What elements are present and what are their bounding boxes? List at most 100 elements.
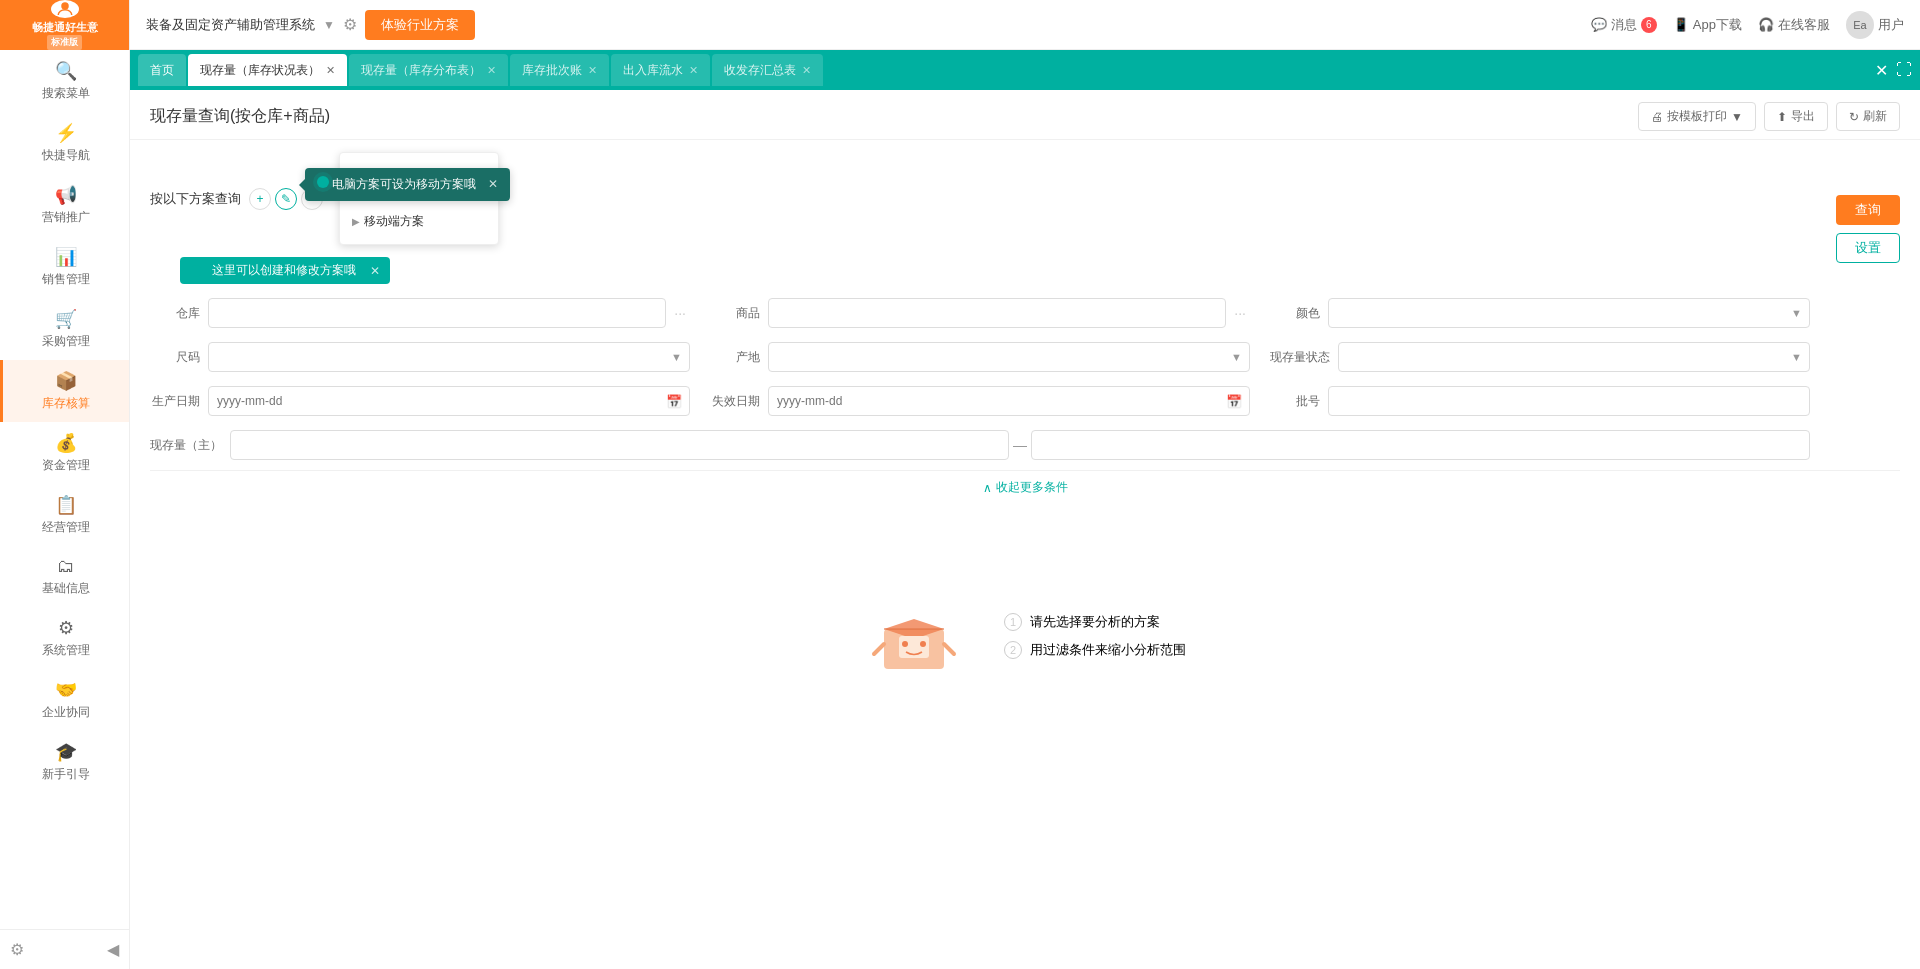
app-download-item[interactable]: 📱 App下载 [1673, 16, 1742, 34]
filter-size: 尺码 ▼ [150, 342, 690, 372]
page-title: 现存量查询(按仓库+商品) [150, 106, 330, 127]
goods-more-btn[interactable]: ··· [1230, 305, 1250, 321]
set-btn[interactable]: 设置 [1836, 233, 1900, 263]
warehouse-more-btn[interactable]: ··· [670, 305, 690, 321]
sidebar-item-finance[interactable]: 💰 资金管理 [0, 422, 129, 484]
sidebar-item-purchase[interactable]: 🛒 采购管理 [0, 298, 129, 360]
tab-receive-summary-label: 收发存汇总表 [724, 62, 796, 79]
online-support-item[interactable]: 🎧 在线客服 [1758, 16, 1830, 34]
tab-receive-summary[interactable]: 收发存汇总表 ✕ [712, 54, 823, 86]
basic-icon: 🗂 [57, 556, 75, 577]
avatar: Ea [1846, 11, 1874, 39]
range-separator: — [1013, 437, 1027, 453]
tab-fullscreen[interactable]: ⛶ [1896, 61, 1912, 80]
collapse-bar[interactable]: ∧ 收起更多条件 [150, 470, 1900, 504]
tab-inout-flow-close[interactable]: ✕ [689, 64, 698, 77]
export-btn[interactable]: ⬆ 导出 [1764, 102, 1828, 131]
warehouse-input[interactable] [208, 298, 666, 328]
production-date-label: 生产日期 [150, 393, 200, 410]
filter-label: 按以下方案查询 [150, 190, 241, 208]
system-dropdown[interactable]: ▼ [323, 18, 335, 32]
enterprise-icon: 🤝 [55, 679, 77, 701]
stock-status-select[interactable] [1338, 342, 1810, 372]
tab-receive-summary-close[interactable]: ✕ [802, 64, 811, 77]
step-circle-1: 1 [1004, 613, 1022, 631]
tab-stock-status[interactable]: 现存量（库存状况表） ✕ [188, 54, 347, 86]
production-date-from[interactable] [208, 386, 690, 416]
sidebar-item-sales[interactable]: 📊 销售管理 [0, 236, 129, 298]
svg-point-6 [920, 641, 926, 647]
top-header: 装备及固定资产辅助管理系统 ▼ ⚙ 体验行业方案 💬 消息 6 📱 App下载 … [130, 0, 1920, 50]
origin-select[interactable] [768, 342, 1250, 372]
sidebar-item-basic[interactable]: 🗂 基础信息 [0, 546, 129, 607]
sidebar-item-quicknav[interactable]: ⚡ 快捷导航 [0, 112, 129, 174]
stock-status-select-wrap: ▼ [1338, 342, 1810, 372]
goods-input[interactable] [768, 298, 1226, 328]
search-icon: 🔍 [55, 60, 77, 82]
tooltip-close-2[interactable]: ✕ [370, 264, 380, 278]
stock-main-from[interactable] [230, 430, 1009, 460]
tooltip2-container: 这里可以创建和修改方案哦 ✕ [170, 257, 1900, 284]
edit-icon: ✎ [281, 192, 291, 206]
expiry-date-input[interactable] [768, 386, 1250, 416]
template-print-btn[interactable]: 🖨 按模板打印 ▼ [1638, 102, 1756, 131]
tab-close-all[interactable]: ✕ [1875, 61, 1888, 80]
warehouse-label: 仓库 [150, 305, 200, 322]
guide-dot-1 [317, 176, 329, 188]
sidebar-item-inventory[interactable]: 📦 库存核算 [0, 360, 129, 422]
collapse-sidebar-btn[interactable]: ◀ [107, 940, 119, 959]
step-1-text: 请先选择要分析的方案 [1030, 613, 1160, 631]
filter-color: 颜色 ▼ [1270, 298, 1810, 328]
empty-svg [864, 584, 964, 684]
tab-batch-account-close[interactable]: ✕ [588, 64, 597, 77]
stock-main-to[interactable] [1031, 430, 1810, 460]
app-tag: 标准版 [47, 35, 82, 50]
sidebar-item-system[interactable]: ⚙ 系统管理 [0, 607, 129, 669]
message-item[interactable]: 💬 消息 6 [1591, 16, 1657, 34]
tooltip-close-1[interactable]: ✕ [488, 177, 498, 191]
settings-btn[interactable]: ⚙ [10, 940, 24, 959]
header-settings-btn[interactable]: ⚙ [343, 15, 357, 34]
stock-status-label: 现存量状态 [1270, 349, 1330, 366]
guide-icon: 🎓 [55, 741, 77, 763]
sidebar-item-operations-label: 经营管理 [42, 519, 90, 536]
batch-no-input[interactable] [1328, 386, 1810, 416]
sidebar-item-enterprise[interactable]: 🤝 企业协同 [0, 669, 129, 731]
sidebar-item-quicknav-label: 快捷导航 [42, 147, 90, 164]
sidebar-item-marketing[interactable]: 📢 营销推广 [0, 174, 129, 236]
operations-icon: 📋 [55, 494, 77, 516]
template-print-dropdown[interactable]: ▼ [1731, 110, 1743, 124]
message-badge: 6 [1641, 17, 1657, 33]
mobile-scheme-group: ▶ 移动端方案 [340, 203, 498, 240]
svg-line-8 [944, 644, 954, 654]
empty-steps: 1 请先选择要分析的方案 2 用过滤条件来缩小分析范围 [1004, 613, 1186, 659]
tab-batch-account[interactable]: 库存批次账 ✕ [510, 54, 609, 86]
add-scheme-btn[interactable]: + [249, 188, 271, 210]
tab-stock-dist[interactable]: 现存量（库存分布表） ✕ [349, 54, 508, 86]
tab-stock-dist-close[interactable]: ✕ [487, 64, 496, 77]
sidebar-item-operations[interactable]: 📋 经营管理 [0, 484, 129, 546]
filter-goods: 商品 ··· [710, 298, 1250, 328]
mobile-scheme-item[interactable]: ▶ 移动端方案 [340, 207, 498, 236]
scheme-tooltip-popup: 电脑方案可设为移动方案哦 ✕ [305, 168, 510, 201]
tab-home[interactable]: 首页 [138, 54, 186, 86]
user-item[interactable]: Ea 用户 [1846, 11, 1904, 39]
filter-row-1: 仓库 ··· 商品 ··· 颜色 [150, 294, 1810, 338]
trial-btn[interactable]: 体验行业方案 [365, 10, 475, 40]
search-btn[interactable]: 查询 [1836, 195, 1900, 225]
edit-scheme-btn[interactable]: ✎ [275, 188, 297, 210]
size-select[interactable] [208, 342, 690, 372]
sidebar: 畅捷通好生意 标准版 🔍 搜索菜单 ⚡ 快捷导航 📢 营销推广 📊 销售管理 🛒… [0, 0, 130, 969]
tab-stock-status-close[interactable]: ✕ [326, 64, 335, 77]
guide-dot-2 [190, 265, 202, 277]
expiry-date-wrap: 📅 [768, 386, 1250, 416]
tab-inout-flow[interactable]: 出入库流水 ✕ [611, 54, 710, 86]
refresh-btn[interactable]: ↻ 刷新 [1836, 102, 1900, 131]
filter-row-4: 现存量（主） — [150, 426, 1810, 470]
sidebar-item-search[interactable]: 🔍 搜索菜单 [0, 50, 129, 112]
sidebar-item-guide[interactable]: 🎓 新手引导 [0, 731, 129, 793]
filter-warehouse: 仓库 ··· [150, 298, 690, 328]
color-select[interactable] [1328, 298, 1810, 328]
filter-section: 按以下方案查询 + ✎ ← 电脑方案可设为移动方案哦 ✕ [130, 140, 1920, 504]
inventory-icon: 📦 [55, 370, 77, 392]
